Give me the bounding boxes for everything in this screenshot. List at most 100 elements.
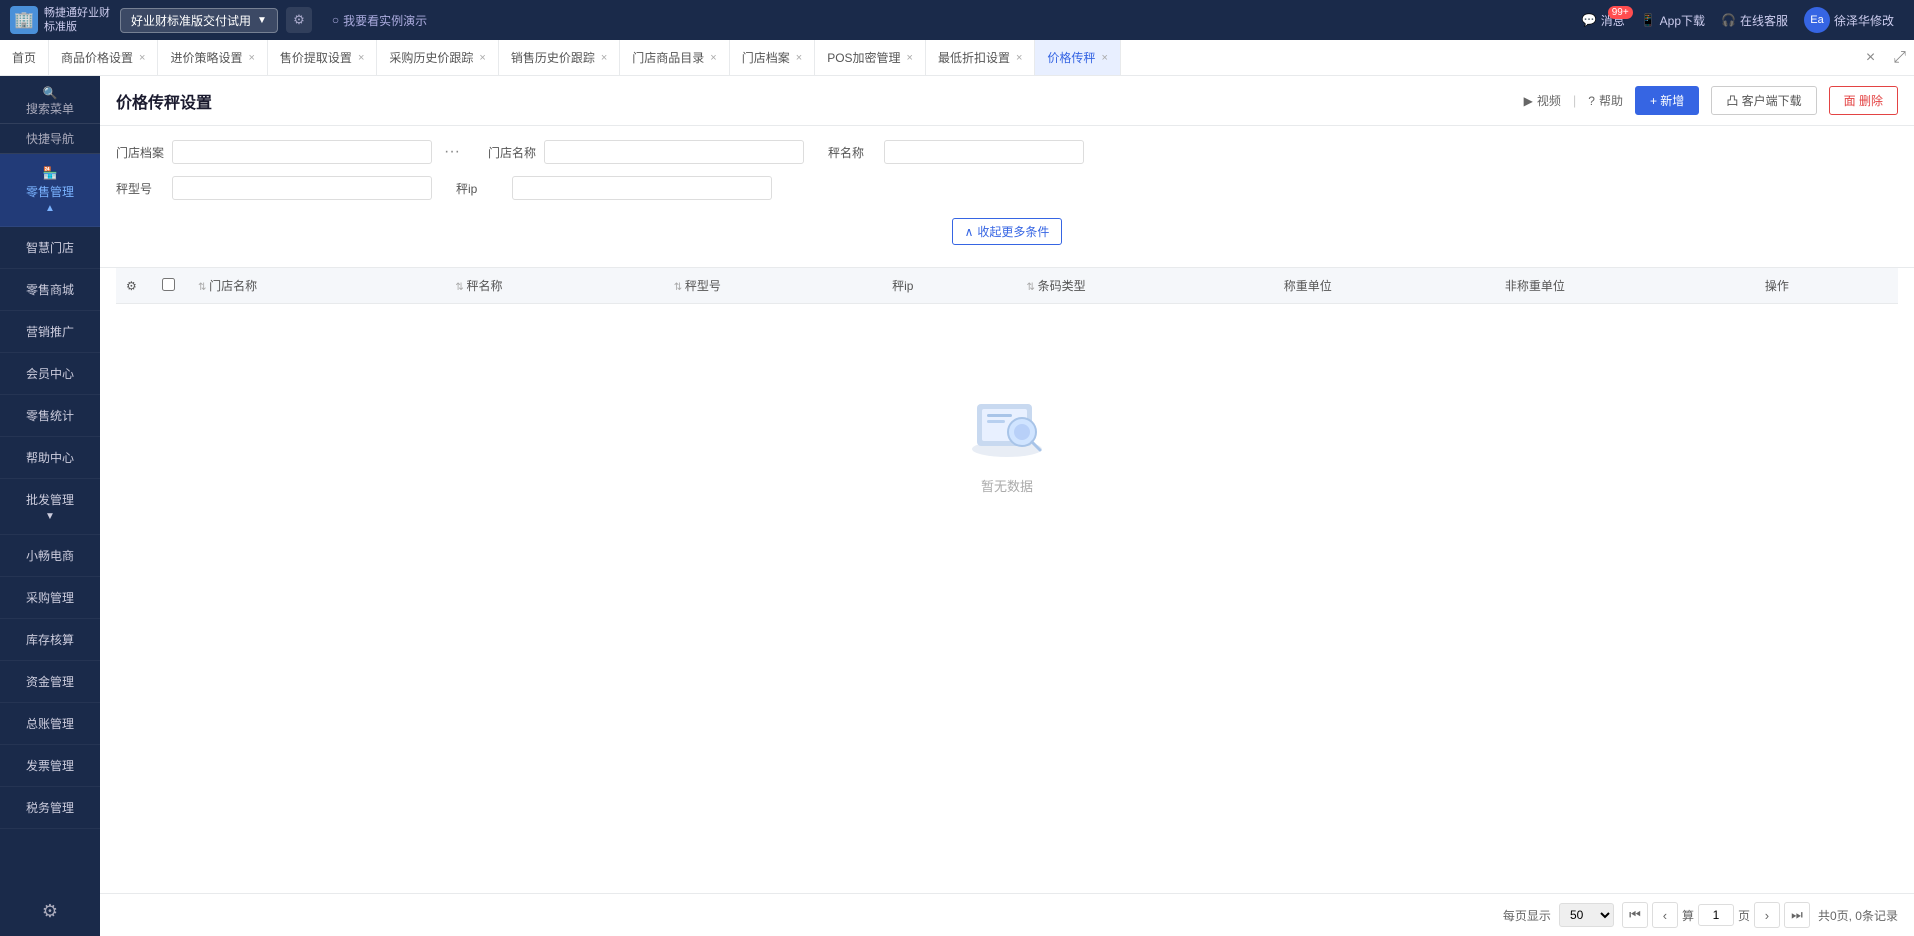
main-layout: 🔍 搜索菜单 快捷导航 🏪 零售管理 ▲ 智慧门店 零售商城 营销推广 会员中心… — [0, 76, 1914, 936]
sidebar-item-small-ecom[interactable]: 小畅电商 — [0, 535, 100, 577]
sidebar-item-tax-mgmt[interactable]: 税务管理 — [0, 787, 100, 829]
online-service-button[interactable]: 🎧 在线客服 — [1721, 12, 1788, 29]
page-title: 价格传秤设置 — [116, 89, 212, 113]
demo-icon: ○ — [332, 13, 339, 27]
user-avatar: Ea — [1804, 7, 1830, 33]
tab-purchase-history[interactable]: 采购历史价跟踪 × — [377, 40, 498, 76]
tab-close-price-scale[interactable]: × — [1101, 52, 1107, 64]
sidebar-item-smart-store[interactable]: 智慧门店 — [0, 227, 100, 269]
sidebar-item-retail-stats[interactable]: 零售统计 — [0, 395, 100, 437]
sidebar-item-finance-mgmt[interactable]: 资金管理 — [0, 661, 100, 703]
headset-icon: 🎧 — [1721, 13, 1736, 27]
filter-collapse-row: ∧ 收起更多条件 — [116, 212, 1898, 267]
scale-model-input[interactable] — [172, 176, 432, 200]
filter-collapse-button[interactable]: ∧ 收起更多条件 — [952, 218, 1063, 245]
user-name: 徐泽华修改 — [1834, 12, 1894, 29]
tab-price-settings[interactable]: 商品价格设置 × — [49, 40, 158, 76]
tab-home[interactable]: 首页 — [0, 40, 49, 76]
tab-price-scale[interactable]: 价格传秤 × — [1035, 40, 1120, 76]
tab-close-price-settings[interactable]: × — [139, 52, 145, 64]
col-weight-unit: 称重单位 — [1274, 268, 1495, 304]
messages-button[interactable]: 💬 消息 99+ — [1582, 12, 1625, 29]
tab-expand-button[interactable]: ⤢ — [1885, 49, 1914, 67]
tab-store-catalog[interactable]: 门店商品目录 × — [620, 40, 729, 76]
table-area: 查询 设置 ⚙ ⇅ 门店名称 — [100, 268, 1914, 893]
tab-min-discount[interactable]: 最低折扣设置 × — [926, 40, 1035, 76]
download-icon: 📱 — [1641, 13, 1656, 27]
store-name-input[interactable] — [544, 140, 804, 164]
filter-scale-model: 秤型号 — [116, 176, 432, 200]
col-store-name: ⇅ 门店名称 — [188, 268, 445, 304]
tab-close-min-discount[interactable]: × — [1016, 52, 1022, 64]
scale-name-input[interactable] — [884, 140, 1084, 164]
scale-ip-input[interactable] — [512, 176, 772, 200]
filter-store-file: 门店档案 ··· — [116, 140, 464, 164]
sidebar-item-inventory[interactable]: 库存核算 — [0, 619, 100, 661]
sidebar-item-marketing[interactable]: 营销推广 — [0, 311, 100, 353]
sidebar-quick-nav[interactable]: 快捷导航 — [0, 124, 100, 154]
dropdown-arrow-icon: ▼ — [257, 15, 267, 26]
tab-pos-management[interactable]: POS加密管理 × — [815, 40, 926, 76]
add-button[interactable]: + 新增 — [1635, 86, 1699, 115]
tab-close-store-catalog[interactable]: × — [710, 52, 716, 64]
sidebar-item-purchase-mgmt[interactable]: 采购管理 — [0, 577, 100, 619]
sidebar-item-retail-mgmt[interactable]: 🏪 零售管理 ▲ — [0, 154, 100, 227]
pagination-nav: ⏮ ‹ 算 页 › ⏭ — [1622, 902, 1810, 928]
sidebar-item-help-center[interactable]: 帮助中心 — [0, 437, 100, 479]
sidebar-item-retail-mall[interactable]: 零售商城 — [0, 269, 100, 311]
store-file-label: 门店档案 — [116, 144, 164, 161]
col-scale-name: ⇅ 秤名称 — [445, 268, 663, 304]
app-settings-button[interactable]: ⚙ — [286, 7, 312, 33]
tab-sale-history[interactable]: 销售历史价跟踪 × — [499, 40, 620, 76]
tab-close-pos-management[interactable]: × — [907, 52, 913, 64]
store-file-input[interactable] — [172, 140, 432, 164]
download-button[interactable]: 凸 客户端下载 — [1711, 86, 1816, 115]
tab-close-purchase-strategy[interactable]: × — [248, 52, 254, 64]
user-menu[interactable]: Ea 徐泽华修改 — [1804, 7, 1894, 33]
top-bar: 🏢 畅捷通好业财 标准版 好业财标准版交付试用 ▼ ⚙ ○ 我要看实例演示 💬 … — [0, 0, 1914, 40]
filter-scale-ip: 秤ip — [456, 176, 772, 200]
delete-button[interactable]: 面 删除 — [1829, 86, 1898, 115]
prev-page-button[interactable]: ‹ — [1652, 902, 1678, 928]
demo-button[interactable]: ○ 我要看实例演示 — [332, 12, 427, 29]
last-page-button[interactable]: ⏭ — [1784, 902, 1810, 928]
page-number-input[interactable] — [1698, 904, 1734, 926]
message-icon: 💬 — [1582, 13, 1597, 27]
video-link[interactable]: ▶ 视频 — [1524, 92, 1561, 109]
filter-store-name: 门店名称 — [488, 140, 804, 164]
sidebar-search[interactable]: 🔍 搜索菜单 — [0, 76, 100, 124]
help-link[interactable]: ? 帮助 — [1588, 92, 1623, 109]
collapse-icon: ∧ — [965, 225, 974, 239]
tab-close-purchase-history[interactable]: × — [479, 52, 485, 64]
store-file-dots-button[interactable]: ··· — [440, 143, 464, 161]
sidebar-item-member-center[interactable]: 会员中心 — [0, 353, 100, 395]
tab-close-store-file[interactable]: × — [796, 52, 802, 64]
page-actions: ▶ 视频 | ? 帮助 + 新增 凸 客户端下载 面 删除 — [1524, 86, 1898, 115]
sidebar-item-invoice-mgmt[interactable]: 发票管理 — [0, 745, 100, 787]
version-selector[interactable]: 好业财标准版交付试用 ▼ — [120, 8, 278, 33]
messages-badge: 99+ — [1608, 6, 1633, 19]
filter-scale-name: 秤名称 — [828, 140, 1084, 164]
scale-ip-label: 秤ip — [456, 180, 504, 197]
tab-close-all-button[interactable]: × — [1856, 49, 1885, 67]
table-header: ⚙ ⇅ 门店名称 ⇅ 秤名称 ⇅ 秤型号 秤ip — [116, 268, 1898, 304]
per-page-label: 每页显示 — [1503, 907, 1551, 924]
tab-purchase-strategy[interactable]: 进价策略设置 × — [158, 40, 267, 76]
page-header: 价格传秤设置 ▶ 视频 | ? 帮助 + 新增 凸 客户端下载 面 — [100, 76, 1914, 126]
col-operation: 操作 — [1755, 268, 1898, 304]
empty-text: 暂无数据 — [981, 476, 1033, 495]
filter-area: 门店档案 ··· 门店名称 秤名称 秤型号 — [100, 126, 1914, 268]
col-settings[interactable]: ⚙ — [116, 268, 152, 304]
tab-store-file[interactable]: 门店档案 × — [730, 40, 815, 76]
per-page-select[interactable]: 50 10 20 100 — [1559, 903, 1614, 927]
sidebar-item-general-ledger[interactable]: 总账管理 — [0, 703, 100, 745]
app-download-button[interactable]: 📱 App下载 — [1641, 12, 1705, 29]
sidebar-item-wholesale-mgmt[interactable]: 批发管理 ▼ — [0, 479, 100, 535]
select-all-checkbox[interactable] — [162, 278, 175, 291]
first-page-button[interactable]: ⏮ — [1622, 902, 1648, 928]
tab-close-sale-history[interactable]: × — [601, 52, 607, 64]
tab-sale-extract[interactable]: 售价提取设置 × — [268, 40, 377, 76]
sidebar-settings-button[interactable]: ⚙ — [0, 887, 100, 936]
next-page-button[interactable]: › — [1754, 902, 1780, 928]
tab-close-sale-extract[interactable]: × — [358, 52, 364, 64]
